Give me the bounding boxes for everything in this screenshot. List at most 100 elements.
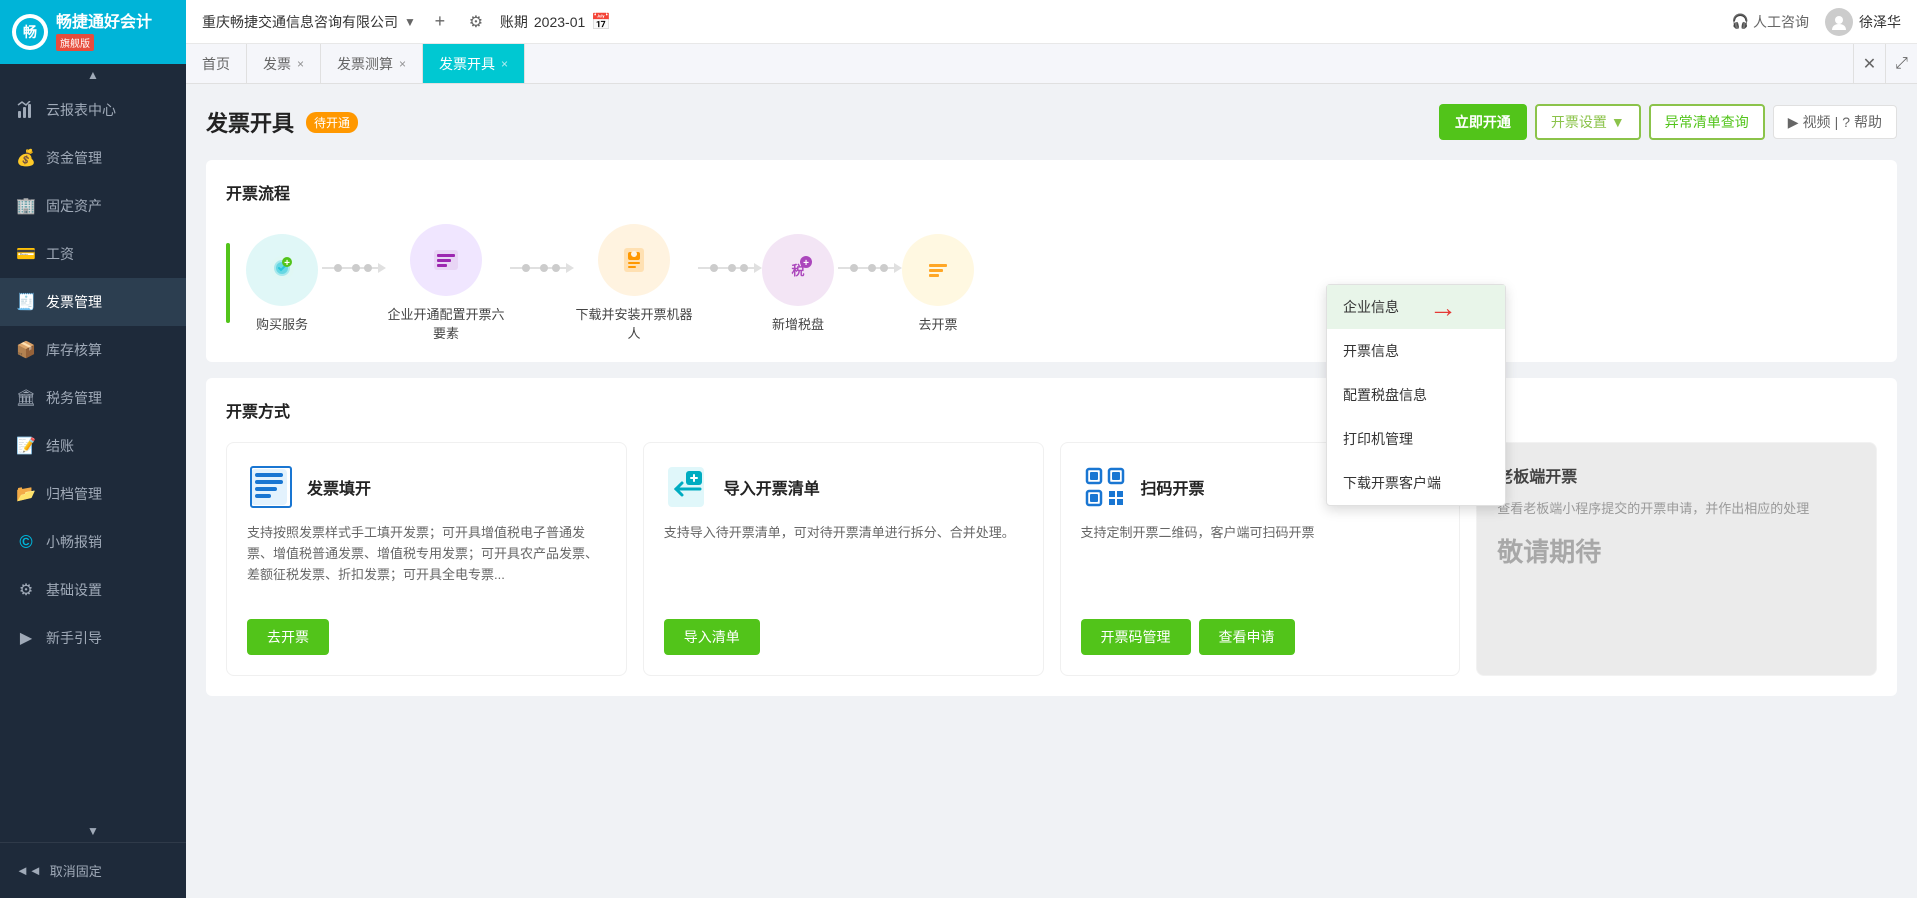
method-card-boss-header: 老板端开票 (1497, 463, 1856, 487)
sidebar-item-jiezhang[interactable]: 📝 结账 (0, 422, 186, 470)
brand-info: 畅捷通好会计 旗舰版 (56, 13, 152, 51)
zijin-icon: 💰 (16, 148, 36, 168)
flow-step-4: 税 + 新增税盘 (762, 234, 834, 333)
consult-label: 人工咨询 (1753, 12, 1809, 32)
dropdown-item-printer-manage[interactable]: 打印机管理 (1327, 417, 1505, 461)
close-window-button[interactable]: ✕ (1853, 44, 1885, 84)
tab-fapiaocesuan-label: 发票测算 (337, 54, 393, 74)
flow-step-3: 下载并安装开票机器人 (574, 224, 694, 342)
chevron-up-icon[interactable]: ▲ (87, 68, 99, 82)
tab-fapiaocesuan-close-icon[interactable]: × (399, 57, 406, 71)
help-label[interactable]: 帮助 (1854, 112, 1882, 132)
abnormal-list-button[interactable]: 异常清单查询 (1649, 104, 1765, 140)
tab-fapiao-close-icon[interactable]: × (297, 57, 304, 71)
flow-step-2: 企业开通配置开票六要素 (386, 224, 506, 342)
dropdown-item-company-info[interactable]: 企业信息 (1327, 285, 1505, 329)
sidebar-item-xiaochange[interactable]: © 小畅报销 (0, 518, 186, 566)
flow-step-1: + 购买服务 (246, 234, 318, 333)
sidebar-scroll-up[interactable]: ▲ (0, 64, 186, 86)
maximize-window-button[interactable]: ⤢ (1885, 44, 1917, 84)
page-title: 发票开具 (206, 106, 294, 138)
flow-step-5: 去开票 (902, 234, 974, 333)
method-card-boss: 老板端开票 查看老板端小程序提交的开票申请，并作出相应的处理 敬请期待 (1476, 442, 1877, 676)
sidebar-item-gudingzichan[interactable]: 🏢 固定资产 (0, 182, 186, 230)
period-value: 2023-01 (534, 14, 585, 30)
dropdown-item-invoice-info[interactable]: 开票信息 (1327, 329, 1505, 373)
go-invoice-button[interactable]: 去开票 (247, 619, 329, 655)
dropdown-item-tax-disk-info[interactable]: 配置税盘信息 (1327, 373, 1505, 417)
method-import-desc: 支持导入待开票清单，可对待开票清单进行拆分、合并处理。 (664, 523, 1023, 603)
dropdown-item-download-client[interactable]: 下载开票客户端 (1327, 461, 1505, 505)
sidebar-bottom: ◄◄ 取消固定 (0, 842, 186, 898)
main-content: 重庆畅捷交通信息咨询有限公司 ▼ + ⚙ 账期 2023-01 📅 🎧 人工咨询 (186, 0, 1917, 898)
step3-icon (598, 224, 670, 296)
company-chevron-icon: ▼ (404, 15, 416, 29)
view-apply-button[interactable]: 查看申请 (1199, 619, 1295, 655)
unpin-button[interactable]: ◄◄ 取消固定 (16, 853, 170, 888)
activate-button[interactable]: 立即开通 (1439, 104, 1527, 140)
sidebar-item-guidang[interactable]: 📂 归档管理 (0, 470, 186, 518)
calendar-icon[interactable]: 📅 (591, 12, 611, 32)
company-info-label: 企业信息 (1343, 299, 1399, 315)
sidebar-item-gongzi[interactable]: 💳 工资 (0, 230, 186, 278)
app-logo: 畅 (12, 14, 48, 50)
qr-manage-button[interactable]: 开票码管理 (1081, 619, 1191, 655)
company-selector[interactable]: 重庆畅捷交通信息咨询有限公司 ▼ (202, 12, 416, 32)
add-company-button[interactable]: + (428, 10, 452, 34)
topbar-right: 🎧 人工咨询 徐泽华 (1732, 8, 1901, 36)
window-controls: ✕ ⤢ (1853, 44, 1917, 83)
flow-steps: + 购买服务 (226, 224, 1877, 342)
sidebar-item-label: 库存核算 (46, 340, 102, 360)
tab-fapiao[interactable]: 发票 × (247, 44, 321, 83)
sidebar-item-shuiwu[interactable]: 🏛 税务管理 (0, 374, 186, 422)
red-arrow-indicator: → (1429, 292, 1457, 324)
printer-manage-label: 打印机管理 (1343, 431, 1413, 447)
method-manual-desc: 支持按照发票样式手工填开发票；可开具增值税电子普通发票、增值税普通发票、增值税专… (247, 523, 606, 603)
flow-arrow-4 (838, 267, 898, 269)
import-list-button[interactable]: 导入清单 (664, 619, 760, 655)
maximize-icon: ⤢ (1895, 55, 1908, 73)
tab-fapiaokaiiju-close-icon[interactable]: × (501, 57, 508, 71)
step4-icon: 税 + (762, 234, 834, 306)
settings-icon[interactable]: ⚙ (464, 10, 488, 34)
step3-label: 下载并安装开票机器人 (574, 304, 694, 342)
sidebar-nav: 云报表中心 💰 资金管理 🏢 固定资产 💳 工资 🧾 发票管理 📦 库存核算 (0, 86, 186, 820)
method-card-scan-icon (1081, 463, 1129, 511)
avatar (1825, 8, 1853, 36)
sidebar-item-jichushezhi[interactable]: ⚙ 基础设置 (0, 566, 186, 614)
status-badge: 待开通 (306, 112, 358, 133)
sidebar-item-label: 云报表中心 (46, 100, 116, 120)
step1-icon: + (246, 234, 318, 306)
chevron-down-icon[interactable]: ▼ (87, 824, 99, 838)
sidebar-scroll-down[interactable]: ▼ (0, 820, 186, 842)
dropdown-arrow-icon: ▼ (1611, 114, 1625, 130)
sidebar: 畅 畅捷通好会计 旗舰版 ▲ 云报表中心 💰 资金管理 (0, 0, 186, 898)
method-manual-actions: 去开票 (247, 619, 606, 655)
tab-fapiaokaiiju[interactable]: 发票开具 × (423, 44, 525, 83)
sidebar-item-xinshouyindao[interactable]: ▶ 新手引导 (0, 614, 186, 662)
sidebar-item-yunbao[interactable]: 云报表中心 (0, 86, 186, 134)
sidebar-item-kucun[interactable]: 📦 库存核算 (0, 326, 186, 374)
invoice-settings-button[interactable]: 开票设置 ▼ (1535, 104, 1641, 140)
flow-arrow-1 (322, 267, 382, 269)
flow-arrow-3 (698, 267, 758, 269)
user-menu[interactable]: 徐泽华 (1825, 8, 1901, 36)
sidebar-item-fapiao[interactable]: 🧾 发票管理 (0, 278, 186, 326)
sidebar-item-label: 归档管理 (46, 484, 102, 504)
tab-home[interactable]: 首页 (186, 44, 247, 83)
step5-icon (902, 234, 974, 306)
tab-fapiaocesuan[interactable]: 发票测算 × (321, 44, 423, 83)
page-content: 发票开具 待开通 立即开通 开票设置 ▼ 异常清单查询 ▶ (186, 84, 1917, 898)
coming-soon-text: 敬请期待 (1497, 532, 1856, 569)
sidebar-item-zijin[interactable]: 💰 资金管理 (0, 134, 186, 182)
svg-text:+: + (284, 258, 290, 269)
unpin-label: 取消固定 (50, 861, 102, 880)
consult-button[interactable]: 🎧 人工咨询 (1732, 12, 1809, 32)
video-label[interactable]: 视频 (1803, 112, 1831, 132)
flow-section-title: 开票流程 (226, 180, 1877, 204)
flow-vertical-bar (226, 243, 230, 323)
xinshouyindao-icon: ▶ (16, 628, 36, 648)
method-boss-title: 老板端开票 (1497, 463, 1577, 487)
brand-name: 畅捷通好会计 (56, 13, 152, 32)
method-card-manual-icon (247, 463, 295, 511)
